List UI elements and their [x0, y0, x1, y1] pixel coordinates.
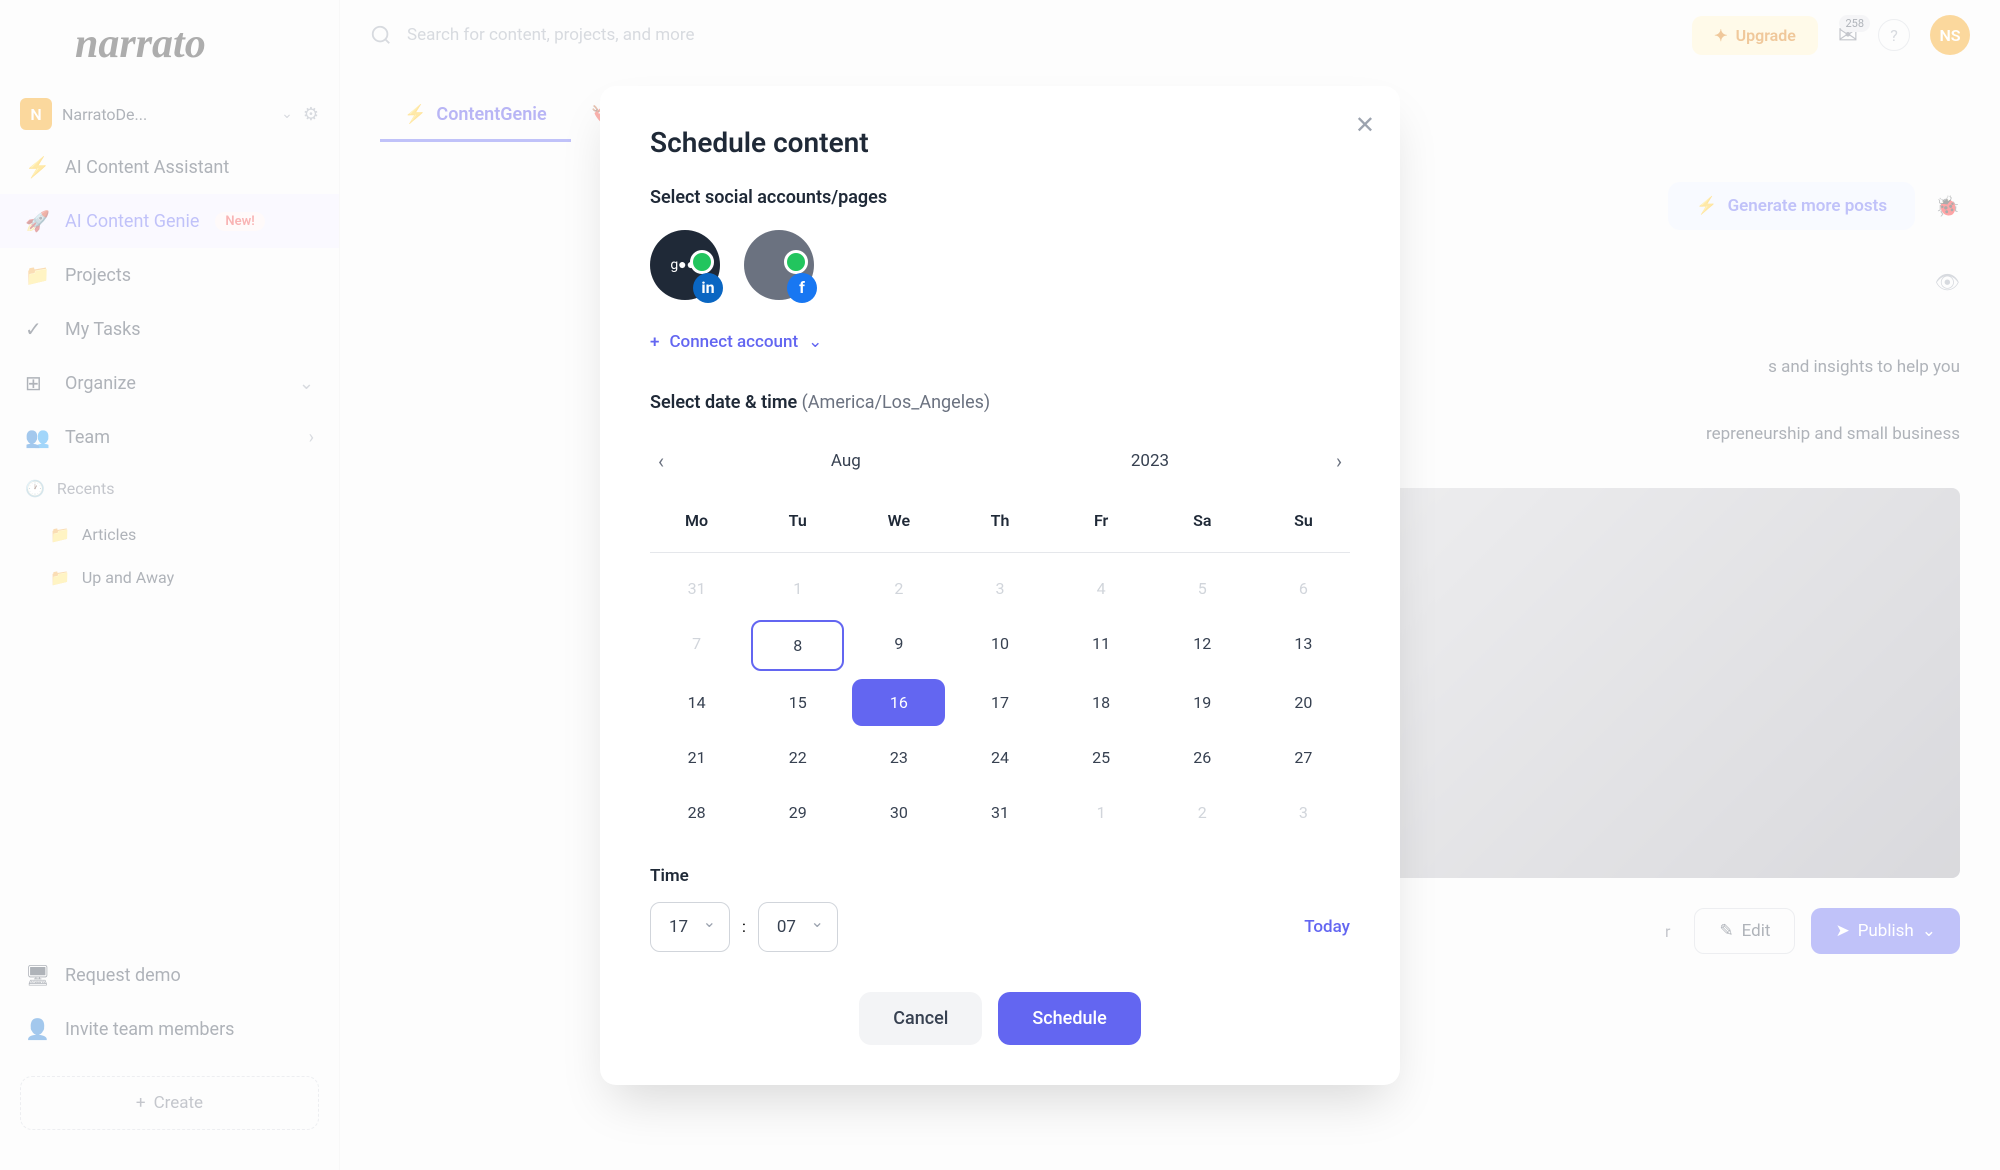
- check-icon: [784, 250, 808, 274]
- calendar-weekday: Su: [1257, 501, 1350, 540]
- calendar-day[interactable]: 14: [650, 679, 743, 726]
- calendar-day[interactable]: 27: [1257, 734, 1350, 781]
- calendar-day[interactable]: 28: [650, 789, 743, 836]
- schedule-button[interactable]: Schedule: [998, 992, 1140, 1045]
- calendar-day[interactable]: 11: [1055, 620, 1148, 671]
- calendar-day[interactable]: 8: [751, 620, 844, 671]
- calendar-day[interactable]: 20: [1257, 679, 1350, 726]
- account-facebook[interactable]: f: [744, 230, 814, 300]
- plus-icon: +: [650, 332, 659, 352]
- calendar-weekday: We: [852, 501, 945, 540]
- connect-label: Connect account: [669, 332, 798, 352]
- prev-month-button[interactable]: ‹: [650, 441, 672, 481]
- calendar-header: ‹ Aug 2023 ›: [650, 441, 1350, 481]
- calendar-day[interactable]: 10: [953, 620, 1046, 671]
- time-section: Time 17 : 07 Today: [650, 866, 1350, 952]
- calendar-day[interactable]: 22: [751, 734, 844, 781]
- modal-actions: Cancel Schedule: [650, 992, 1350, 1045]
- calendar-day[interactable]: 30: [852, 789, 945, 836]
- calendar-day: 2: [852, 565, 945, 612]
- timezone-text: (America/Los_Angeles): [802, 392, 991, 413]
- calendar-year: 2023: [1131, 451, 1169, 471]
- calendar-month: Aug: [831, 451, 861, 471]
- account-linkedin[interactable]: g●●t in: [650, 230, 720, 300]
- calendar-day: 6: [1257, 565, 1350, 612]
- calendar-weekday: Th: [953, 501, 1046, 540]
- next-month-button[interactable]: ›: [1328, 441, 1350, 481]
- calendar-day[interactable]: 16: [852, 679, 945, 726]
- calendar-weekday: Fr: [1055, 501, 1148, 540]
- modal-title: Schedule content: [650, 126, 1350, 159]
- calendar-day[interactable]: 13: [1257, 620, 1350, 671]
- cancel-button[interactable]: Cancel: [859, 992, 982, 1045]
- calendar-day[interactable]: 26: [1156, 734, 1249, 781]
- calendar-day: 3: [1257, 789, 1350, 836]
- chevron-down-icon: ⌄: [808, 332, 822, 352]
- calendar-day[interactable]: 24: [953, 734, 1046, 781]
- time-label: Time: [650, 866, 1350, 886]
- linkedin-icon: in: [693, 273, 723, 303]
- calendar-day[interactable]: 9: [852, 620, 945, 671]
- calendar-weekday: Sa: [1156, 501, 1249, 540]
- calendar-day: 2: [1156, 789, 1249, 836]
- calendar-day: 31: [650, 565, 743, 612]
- calendar-day[interactable]: 19: [1156, 679, 1249, 726]
- today-link[interactable]: Today: [1304, 917, 1350, 937]
- calendar-day: 5: [1156, 565, 1249, 612]
- modal-overlay: ✕ Schedule content Select social account…: [0, 0, 2000, 1170]
- calendar-day: 1: [751, 565, 844, 612]
- calendar-days: 3112345678910111213141516171819202122232…: [650, 565, 1350, 836]
- calendar-day: 1: [1055, 789, 1148, 836]
- calendar-weekdays: MoTuWeThFrSaSu: [650, 501, 1350, 553]
- close-button[interactable]: ✕: [1355, 111, 1375, 139]
- time-separator: :: [742, 917, 746, 936]
- minute-select[interactable]: 07: [758, 902, 838, 952]
- calendar-day[interactable]: 18: [1055, 679, 1148, 726]
- facebook-icon: f: [787, 273, 817, 303]
- calendar-day: 4: [1055, 565, 1148, 612]
- calendar-day[interactable]: 17: [953, 679, 1046, 726]
- calendar-day: 3: [953, 565, 1046, 612]
- calendar-day[interactable]: 15: [751, 679, 844, 726]
- calendar-day[interactable]: 25: [1055, 734, 1148, 781]
- calendar-day[interactable]: 31: [953, 789, 1046, 836]
- check-icon: [690, 250, 714, 274]
- calendar-day[interactable]: 23: [852, 734, 945, 781]
- calendar-day: 7: [650, 620, 743, 671]
- accounts-row: g●●t in f: [650, 230, 1350, 300]
- calendar-day[interactable]: 21: [650, 734, 743, 781]
- calendar-weekday: Tu: [751, 501, 844, 540]
- schedule-modal: ✕ Schedule content Select social account…: [600, 86, 1400, 1085]
- select-date-label: Select date & time (America/Los_Angeles): [650, 392, 1350, 413]
- calendar-day[interactable]: 29: [751, 789, 844, 836]
- calendar-weekday: Mo: [650, 501, 743, 540]
- calendar-day[interactable]: 12: [1156, 620, 1249, 671]
- hour-select[interactable]: 17: [650, 902, 730, 952]
- connect-account-link[interactable]: + Connect account ⌄: [650, 332, 1350, 352]
- select-accounts-label: Select social accounts/pages: [650, 187, 1350, 208]
